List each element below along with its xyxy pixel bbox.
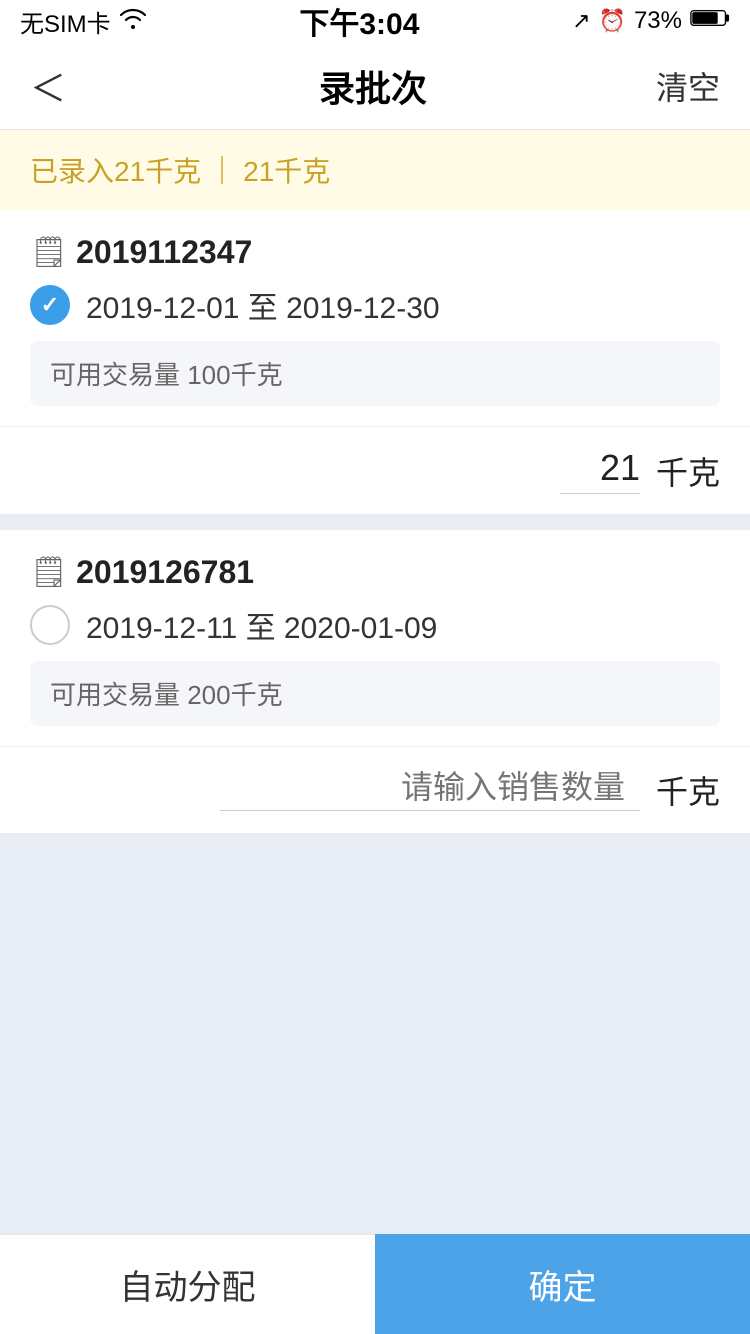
batch-1-radio[interactable] xyxy=(30,285,70,325)
info-bar: 已录入21千克 21千克 xyxy=(0,130,750,210)
batch-2-available: 可用交易量 200千克 xyxy=(30,661,720,726)
location-icon: ↗ xyxy=(572,8,590,34)
carrier-text: 无SIM卡 xyxy=(20,4,111,39)
info-divider xyxy=(221,156,223,184)
alarm-icon: ⏰ xyxy=(599,8,626,34)
batch-1-quantity-value: 21 xyxy=(600,447,640,488)
batch-2-date: 2019-12-11 至 2020-01-09 xyxy=(86,603,437,647)
gray-empty-area xyxy=(0,833,750,1293)
status-left: 无SIM卡 xyxy=(20,4,147,39)
batch-1-header: 🗒 2019112347 xyxy=(30,234,720,271)
batch-1-available: 可用交易量 100千克 xyxy=(30,341,720,406)
batch-id-2: 2019126781 xyxy=(76,554,254,591)
batch-2-input-unit: 千克 xyxy=(656,767,720,813)
batch-2-input-row: 千克 xyxy=(0,746,750,833)
batch-id-1: 2019112347 xyxy=(76,234,252,271)
batch-1-date: 2019-12-01 至 2019-12-30 xyxy=(86,283,440,327)
confirm-button[interactable]: 确定 xyxy=(375,1234,750,1334)
battery-percent: 73% xyxy=(634,7,682,35)
back-button[interactable]: ＜ xyxy=(30,60,90,112)
status-bar: 无SIM卡 下午3:04 ↗ ⏰ 73% xyxy=(0,0,750,42)
batch-2-header: 🗒 2019126781 xyxy=(30,554,720,591)
batch-2-quantity-input[interactable] xyxy=(220,769,640,811)
batch-1-quantity-value-wrapper: 21 xyxy=(560,447,640,494)
batch-2-radio[interactable] xyxy=(30,605,70,645)
status-time: 下午3:04 xyxy=(299,0,419,43)
clear-button[interactable]: 清空 xyxy=(656,63,720,109)
bottom-bar: 自动分配 确定 xyxy=(0,1234,750,1334)
info-amount: 21千克 xyxy=(243,150,330,190)
batch-2-date-row[interactable]: 2019-12-11 至 2020-01-09 xyxy=(30,603,720,647)
batch-1-quantity-unit: 千克 xyxy=(656,448,720,494)
auto-distribute-button[interactable]: 自动分配 xyxy=(0,1234,375,1334)
batch-card-2: 🗒 2019126781 2019-12-11 至 2020-01-09 可用交… xyxy=(0,530,750,746)
batch-1-date-row[interactable]: 2019-12-01 至 2019-12-30 xyxy=(30,283,720,327)
wifi-icon xyxy=(119,7,147,36)
recorded-text: 已录入21千克 xyxy=(30,150,201,190)
batch-id-icon-1: 🗒 xyxy=(30,235,68,270)
battery-icon xyxy=(690,7,730,35)
batch-id-icon-2: 🗒 xyxy=(30,555,68,590)
status-right: ↗ ⏰ 73% xyxy=(572,7,730,35)
batch-1-quantity-row: 21 千克 xyxy=(0,426,750,514)
page-title: 录批次 xyxy=(319,60,427,112)
nav-bar: ＜ 录批次 清空 xyxy=(0,42,750,130)
section-separator xyxy=(0,514,750,530)
batch-card-1: 🗒 2019112347 2019-12-01 至 2019-12-30 可用交… xyxy=(0,210,750,426)
